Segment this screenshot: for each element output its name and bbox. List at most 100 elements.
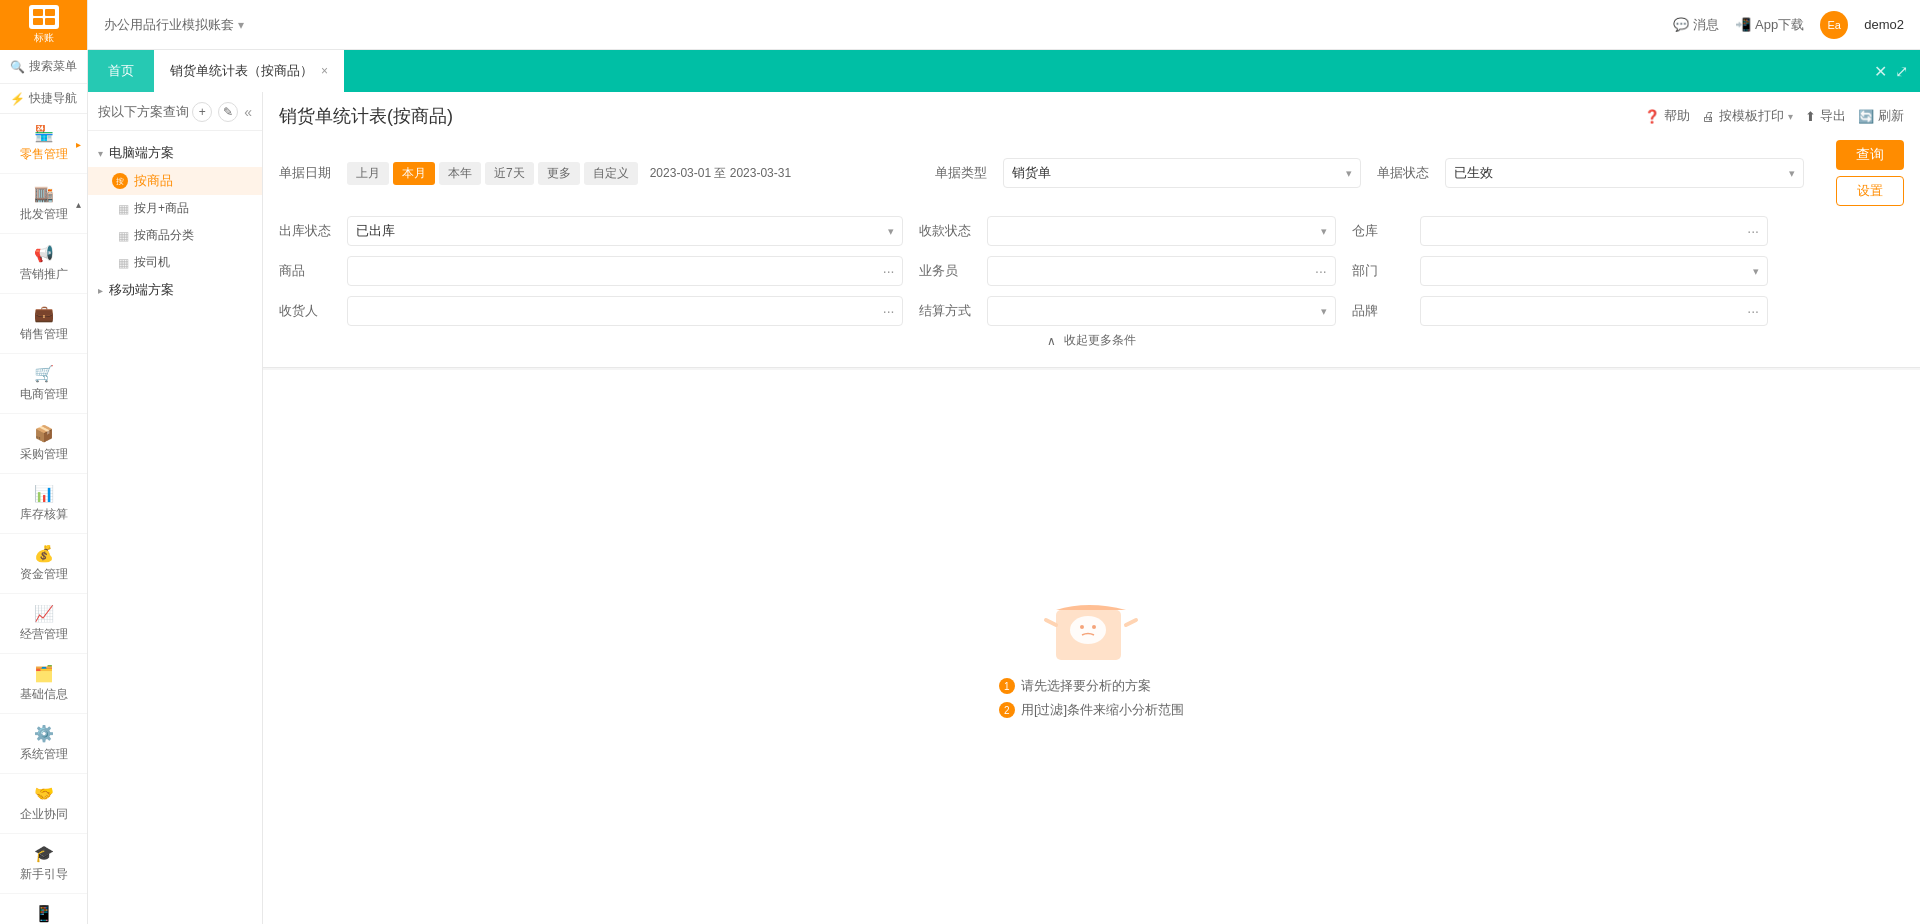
consignee-field: 收货人 ··· bbox=[279, 296, 903, 326]
doc-status-label: 单据状态 bbox=[1377, 164, 1437, 182]
page-actions: ❓ 帮助 🖨 按模板打印 ▾ ⬆ 导出 🔄 bbox=[1644, 107, 1904, 125]
date-more-btn[interactable]: 更多 bbox=[538, 162, 580, 185]
header-right: 💬 消息 📲 App下载 Ea demo2 bbox=[1673, 11, 1904, 39]
avatar[interactable]: Ea bbox=[1820, 11, 1848, 39]
app-download-btn[interactable]: 📲 App下载 bbox=[1735, 16, 1804, 34]
date-field: 单据日期 上月 本月 本年 近7天 更多 自定义 2023-03-01 至 20… bbox=[279, 162, 919, 185]
nav-item-marketing[interactable]: 📢 营销推广 bbox=[0, 234, 87, 294]
mobile-group-header[interactable]: ▸ 移动端方案 bbox=[88, 276, 262, 304]
date-range-display: 2023-03-01 至 2023-03-31 bbox=[650, 165, 791, 182]
filter-row-2: 出库状态 已出库 ▾ 收款状态 ▾ bbox=[279, 216, 1904, 246]
nav-item-newbie[interactable]: 🎓 新手引导 bbox=[0, 834, 87, 894]
finance-icon: 💰 bbox=[34, 544, 54, 563]
filter-row-1: 单据日期 上月 本月 本年 近7天 更多 自定义 2023-03-01 至 20… bbox=[279, 140, 1904, 206]
doc-status-value: 已生效 bbox=[1454, 164, 1785, 182]
nav-item-retail[interactable]: 🏪 零售管理 ▸ bbox=[0, 114, 87, 174]
salesperson-control[interactable]: ··· bbox=[987, 256, 1335, 286]
tab-home[interactable]: 首页 bbox=[88, 50, 154, 92]
department-arrow: ▾ bbox=[1753, 265, 1759, 278]
doc-status-arrow: ▾ bbox=[1789, 167, 1795, 180]
search-menu[interactable]: 🔍 搜索菜单 bbox=[0, 50, 87, 84]
nav-item-ecommerce[interactable]: 🛒 电商管理 bbox=[0, 354, 87, 414]
export-btn[interactable]: ⬆ 导出 bbox=[1805, 107, 1846, 125]
quick-nav[interactable]: ⚡ 快捷导航 bbox=[0, 84, 87, 114]
warehouse-control[interactable]: ··· bbox=[1420, 216, 1768, 246]
scheme-tree: ▾ 电脑端方案 按 按商品 ▦ 按月+商品 ▦ 按商品分类 bbox=[88, 131, 262, 312]
product-control[interactable]: ··· bbox=[347, 256, 903, 286]
tab-close-window-btn[interactable]: ✕ bbox=[1874, 62, 1887, 81]
collapse-more-btn[interactable]: ∧ 收起更多条件 bbox=[279, 326, 1904, 355]
settlement-control[interactable]: ▾ bbox=[987, 296, 1335, 326]
empty-illustration bbox=[1041, 575, 1141, 665]
date-this-month-btn[interactable]: 本月 bbox=[393, 162, 435, 185]
department-control[interactable]: ▾ bbox=[1420, 256, 1768, 286]
svg-rect-0 bbox=[33, 9, 43, 16]
nav-list: 🏪 零售管理 ▸ 🏬 批发管理 ▴ 📢 营销推广 💼 销售管理 🛒 电商管理 📦… bbox=[0, 114, 87, 924]
refresh-btn[interactable]: 🔄 刷新 bbox=[1858, 107, 1904, 125]
salesperson-dots: ··· bbox=[1315, 263, 1327, 279]
message-btn[interactable]: 💬 消息 bbox=[1673, 16, 1719, 34]
nav-item-purchase[interactable]: 📦 采购管理 bbox=[0, 414, 87, 474]
scheme-by-category[interactable]: ▦ 按商品分类 bbox=[88, 222, 262, 249]
print-btn[interactable]: 🖨 按模板打印 ▾ bbox=[1702, 107, 1793, 125]
inventory-icon: 📊 bbox=[34, 484, 54, 503]
collapse-icon: ∧ bbox=[1047, 334, 1056, 348]
date-last7-btn[interactable]: 近7天 bbox=[485, 162, 534, 185]
nav-item-sales[interactable]: 💼 销售管理 bbox=[0, 294, 87, 354]
brand-control[interactable]: ··· bbox=[1420, 296, 1768, 326]
doc-status-control[interactable]: 已生效 ▾ bbox=[1445, 158, 1804, 188]
consignee-control[interactable]: ··· bbox=[347, 296, 903, 326]
warehouse-out-value: 已出库 bbox=[356, 222, 884, 240]
edit-scheme-btn[interactable]: ✎ bbox=[218, 102, 238, 122]
nav-item-inventory[interactable]: 📊 库存核算 bbox=[0, 474, 87, 534]
help-btn[interactable]: ❓ 帮助 bbox=[1644, 107, 1690, 125]
app-logo[interactable]: 标账 bbox=[0, 0, 87, 50]
scheme-by-cashier[interactable]: ▦ 按司机 bbox=[88, 249, 262, 276]
nav-item-operations[interactable]: 📈 经营管理 bbox=[0, 594, 87, 654]
top-header: 办公用品行业模拟账套 ▾ 💬 消息 📲 App下载 Ea demo2 bbox=[88, 0, 1920, 50]
marketing-icon: 📢 bbox=[34, 244, 54, 263]
collapse-panel-btn[interactable]: « bbox=[244, 104, 252, 120]
desktop-group: ▾ 电脑端方案 按 按商品 ▦ 按月+商品 ▦ 按商品分类 bbox=[88, 139, 262, 276]
date-this-year-btn[interactable]: 本年 bbox=[439, 162, 481, 185]
tab-close-btn[interactable]: × bbox=[321, 64, 328, 78]
warehouse-out-control[interactable]: 已出库 ▾ bbox=[347, 216, 903, 246]
nav-item-wholesale[interactable]: 🏬 批发管理 ▴ bbox=[0, 174, 87, 234]
product-dots: ··· bbox=[883, 263, 895, 279]
industry-dropdown[interactable]: ▾ bbox=[238, 18, 244, 32]
scheme-by-month-product[interactable]: ▦ 按月+商品 bbox=[88, 195, 262, 222]
scheme-by-product[interactable]: 按 按商品 bbox=[88, 167, 262, 195]
filter-row-4: 收货人 ··· 结算方式 ▾ bbox=[279, 296, 1904, 326]
query-btn-group: 查询 设置 bbox=[1836, 140, 1904, 206]
wholesale-arrow: ▴ bbox=[76, 198, 81, 209]
retail-icon: 🏪 bbox=[34, 124, 54, 143]
department-label: 部门 bbox=[1352, 262, 1412, 280]
user-name[interactable]: demo2 bbox=[1864, 17, 1904, 32]
nav-item-enterprise[interactable]: 🤝 企业协同 bbox=[0, 774, 87, 834]
date-last-month-btn[interactable]: 上月 bbox=[347, 162, 389, 185]
sidebar: 标账 🔍 搜索菜单 ⚡ 快捷导航 🏪 零售管理 ▸ 🏬 批发管理 ▴ 📢 营销推… bbox=[0, 0, 88, 924]
purchase-icon: 📦 bbox=[34, 424, 54, 443]
nav-item-basic[interactable]: 🗂️ 基础信息 bbox=[0, 654, 87, 714]
filter-rows: 单据日期 上月 本月 本年 近7天 更多 自定义 2023-03-01 至 20… bbox=[279, 140, 1904, 326]
sales-icon: 💼 bbox=[34, 304, 54, 323]
page-title: 销货单统计表(按商品) bbox=[279, 104, 453, 128]
edit-icon: ✎ bbox=[223, 105, 233, 119]
doc-type-label: 单据类型 bbox=[935, 164, 995, 182]
message-icon: 💬 bbox=[1673, 17, 1689, 32]
query-btn[interactable]: 查询 bbox=[1836, 140, 1904, 170]
operations-icon: 📈 bbox=[34, 604, 54, 623]
tab-active[interactable]: 销货单统计表（按商品） × bbox=[154, 50, 344, 92]
sub-scheme-icon2: ▦ bbox=[118, 229, 129, 243]
date-custom-btn[interactable]: 自定义 bbox=[584, 162, 638, 185]
settings-btn[interactable]: 设置 bbox=[1836, 176, 1904, 206]
add-scheme-btn[interactable]: + bbox=[192, 102, 212, 122]
nav-item-system[interactable]: ⚙️ 系统管理 bbox=[0, 714, 87, 774]
tab-maximize-btn[interactable]: ⤢ bbox=[1895, 62, 1908, 81]
nav-item-appstore[interactable]: 📱 应用中心 bbox=[0, 894, 87, 924]
desktop-group-header[interactable]: ▾ 电脑端方案 bbox=[88, 139, 262, 167]
empty-state: 1 请先选择要分析的方案 2 用[过滤]条件来缩小分析范围 bbox=[999, 575, 1184, 719]
payment-status-control[interactable]: ▾ bbox=[987, 216, 1335, 246]
doc-type-control[interactable]: 销货单 ▾ bbox=[1003, 158, 1362, 188]
nav-item-finance[interactable]: 💰 资金管理 bbox=[0, 534, 87, 594]
